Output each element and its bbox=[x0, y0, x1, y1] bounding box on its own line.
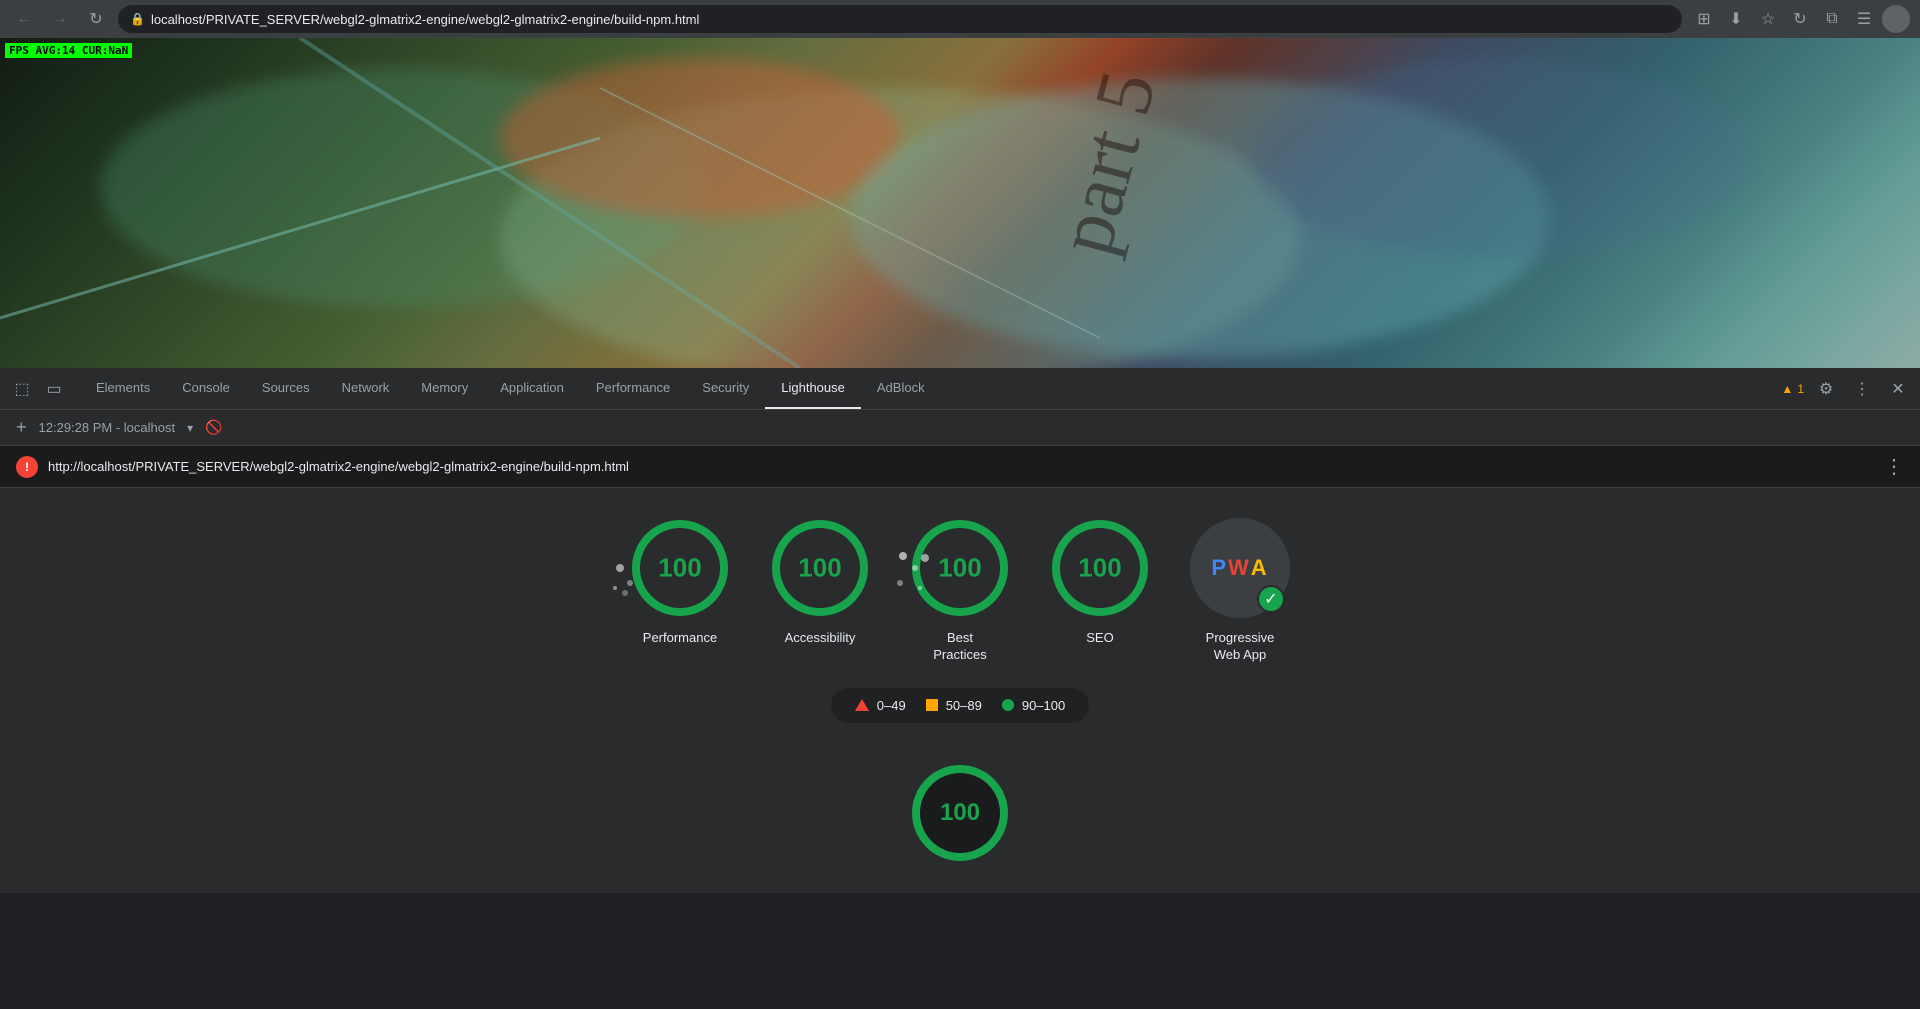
devtools-tabs: Elements Console Sources Network Memory … bbox=[80, 368, 1781, 409]
seo-circle: 100 bbox=[1050, 518, 1150, 618]
lighthouse-warning-icon: ! bbox=[16, 456, 38, 478]
bottom-score-value: 100 bbox=[940, 799, 980, 827]
score-performance: 100 Performance bbox=[630, 518, 730, 647]
menu-button[interactable]: ☰ bbox=[1850, 5, 1878, 33]
best-practices-label: BestPractices bbox=[933, 630, 986, 664]
pwa-letter-a: A bbox=[1251, 555, 1269, 581]
browser-chrome: ← → ↻ 🔒 localhost/PRIVATE_SERVER/webgl2-… bbox=[0, 0, 1920, 38]
seo-score: 100 bbox=[1078, 553, 1121, 584]
legend-average-icon bbox=[926, 699, 938, 711]
accessibility-circle: 100 bbox=[770, 518, 870, 618]
profile-avatar[interactable] bbox=[1882, 5, 1910, 33]
bottom-score-circle: 100 bbox=[910, 763, 1010, 863]
legend-pass-icon bbox=[1002, 699, 1014, 711]
score-seo: 100 SEO bbox=[1050, 518, 1150, 647]
pwa-circle: PWA ✓ bbox=[1190, 518, 1290, 618]
lighthouse-results: 100 Performance 100 Accessibility bbox=[0, 488, 1920, 893]
best-practices-score: 100 bbox=[938, 553, 981, 584]
tab-lighthouse[interactable]: Lighthouse bbox=[765, 368, 861, 409]
close-devtools-button[interactable]: ✕ bbox=[1884, 375, 1912, 403]
download-button[interactable]: ⬇ bbox=[1722, 5, 1750, 33]
reload-button[interactable]: ↻ bbox=[82, 5, 110, 33]
legend-fail: 0–49 bbox=[855, 698, 906, 713]
settings-button[interactable]: ⚙ bbox=[1812, 375, 1840, 403]
warning-badge: ▲ 1 bbox=[1781, 382, 1804, 396]
lock-icon: 🔒 bbox=[130, 12, 145, 26]
pwa-checkmark: ✓ bbox=[1257, 585, 1285, 613]
lighthouse-more-button[interactable]: ⋮ bbox=[1884, 454, 1904, 479]
page-content: FPS AVG:14 CUR:NaN part 5 bbox=[0, 38, 1920, 368]
performance-label: Performance bbox=[643, 630, 717, 647]
devtools-right-actions: ▲ 1 ⚙ ⋮ ✕ bbox=[1781, 375, 1912, 403]
webgl-visualization: part 5 bbox=[0, 38, 1920, 368]
audit-dropdown-icon[interactable]: ▾ bbox=[187, 421, 193, 435]
forward-button[interactable]: → bbox=[46, 5, 74, 33]
tab-network[interactable]: Network bbox=[326, 368, 406, 409]
tab-elements[interactable]: Elements bbox=[80, 368, 166, 409]
tab-console[interactable]: Console bbox=[166, 368, 246, 409]
clear-audit-button[interactable]: 🚫 bbox=[205, 419, 223, 437]
refresh-button[interactable]: ↻ bbox=[1786, 5, 1814, 33]
bookmark-button[interactable]: ☆ bbox=[1754, 5, 1782, 33]
score-accessibility: 100 Accessibility bbox=[770, 518, 870, 647]
performance-score: 100 bbox=[658, 553, 701, 584]
score-pwa: PWA ✓ ProgressiveWeb App bbox=[1190, 518, 1290, 664]
new-audit-button[interactable]: + bbox=[16, 417, 27, 438]
extensions2-button[interactable]: ⧉ bbox=[1818, 5, 1846, 33]
legend-pass-range: 90–100 bbox=[1022, 698, 1065, 713]
cursor-icon-btn[interactable]: ⬚ bbox=[8, 375, 36, 403]
confetti-bp bbox=[895, 548, 935, 598]
score-best-practices: 100 BestPractices bbox=[910, 518, 1010, 664]
devtools-icons: ⬚ ▭ bbox=[8, 375, 68, 403]
extensions-button[interactable]: ⊞ bbox=[1690, 5, 1718, 33]
tab-memory[interactable]: Memory bbox=[405, 368, 484, 409]
warning-count: 1 bbox=[1797, 382, 1804, 396]
legend-fail-icon bbox=[855, 699, 869, 711]
legend-average-range: 50–89 bbox=[946, 698, 982, 713]
performance-circle: 100 bbox=[630, 518, 730, 618]
seo-label: SEO bbox=[1086, 630, 1113, 647]
legend: 0–49 50–89 90–100 bbox=[831, 688, 1089, 723]
accessibility-score: 100 bbox=[798, 553, 841, 584]
url-text: localhost/PRIVATE_SERVER/webgl2-glmatrix… bbox=[151, 12, 699, 27]
legend-average: 50–89 bbox=[926, 698, 982, 713]
devtools-panel: ⬚ ▭ Elements Console Sources Network Mem… bbox=[0, 368, 1920, 893]
tab-sources[interactable]: Sources bbox=[246, 368, 326, 409]
tab-adblock[interactable]: AdBlock bbox=[861, 368, 941, 409]
accessibility-label: Accessibility bbox=[785, 630, 856, 647]
scores-row: 100 Performance 100 Accessibility bbox=[630, 518, 1290, 664]
lighthouse-url-text: http://localhost/PRIVATE_SERVER/webgl2-g… bbox=[48, 459, 629, 474]
more-options-button[interactable]: ⋮ bbox=[1848, 375, 1876, 403]
pwa-label: ProgressiveWeb App bbox=[1206, 630, 1275, 664]
tab-performance[interactable]: Performance bbox=[580, 368, 686, 409]
back-button[interactable]: ← bbox=[10, 5, 38, 33]
pwa-letter-w: W bbox=[1228, 555, 1251, 581]
device-icon-btn[interactable]: ▭ bbox=[40, 375, 68, 403]
tab-security[interactable]: Security bbox=[686, 368, 765, 409]
legend-pass: 90–100 bbox=[1002, 698, 1065, 713]
lighthouse-subtoolbar: + 12:29:28 PM - localhost ▾ 🚫 bbox=[0, 410, 1920, 446]
audit-session-label: 12:29:28 PM - localhost bbox=[39, 420, 176, 435]
devtools-toolbar: ⬚ ▭ Elements Console Sources Network Mem… bbox=[0, 368, 1920, 410]
legend-fail-range: 0–49 bbox=[877, 698, 906, 713]
pwa-letter-p: P bbox=[1211, 555, 1228, 581]
bottom-score-section: 100 bbox=[910, 763, 1010, 863]
address-bar[interactable]: 🔒 localhost/PRIVATE_SERVER/webgl2-glmatr… bbox=[118, 5, 1682, 33]
warning-triangle-icon: ▲ bbox=[1781, 382, 1793, 396]
tab-application[interactable]: Application bbox=[484, 368, 580, 409]
lighthouse-url-bar: ! http://localhost/PRIVATE_SERVER/webgl2… bbox=[0, 446, 1920, 488]
browser-actions: ⊞ ⬇ ☆ ↻ ⧉ ☰ bbox=[1690, 5, 1910, 33]
pwa-logo: PWA bbox=[1211, 555, 1268, 581]
